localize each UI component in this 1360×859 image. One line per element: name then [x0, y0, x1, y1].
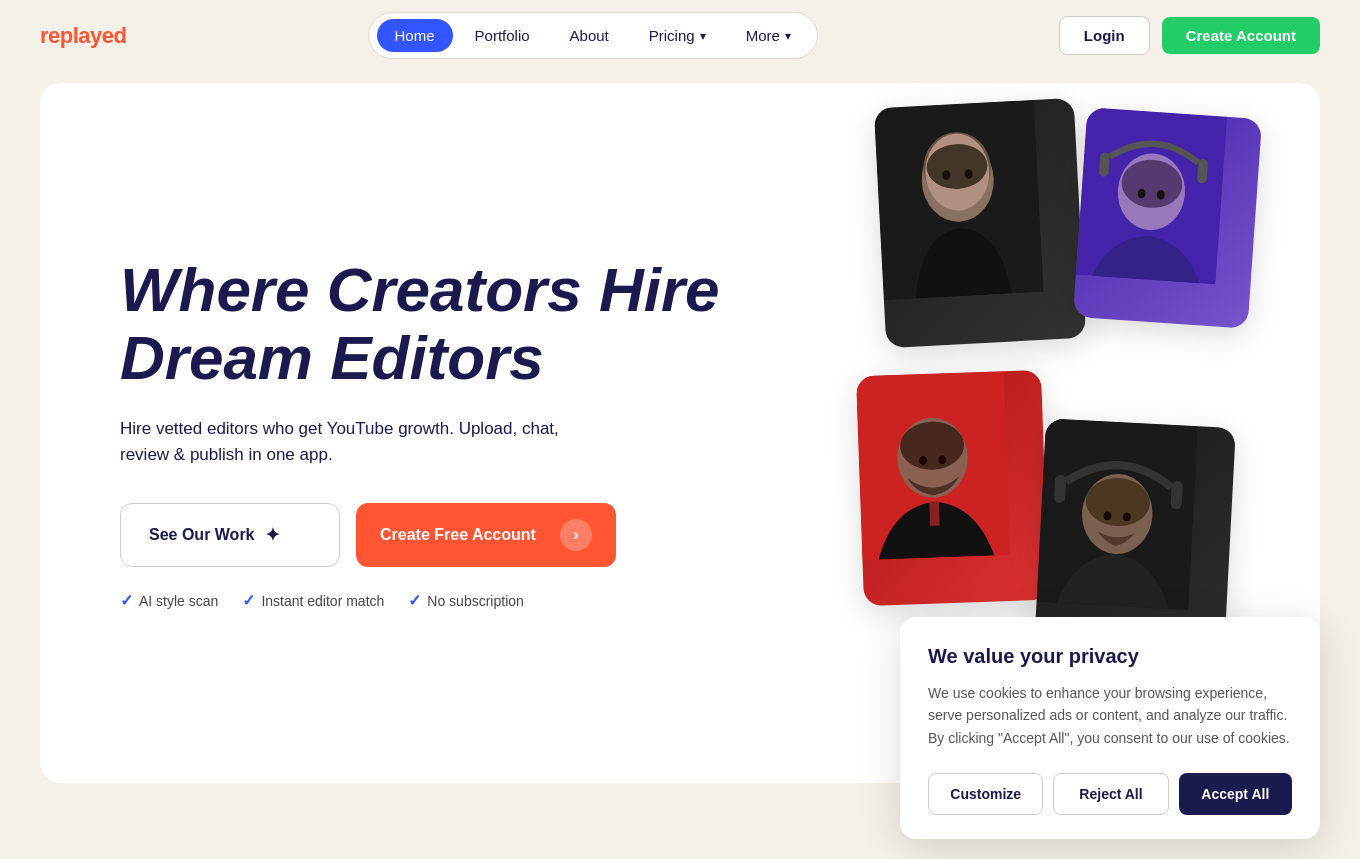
accept-all-button[interactable]: Accept All [1179, 773, 1292, 815]
nav-pricing[interactable]: Pricing ▾ [631, 19, 724, 52]
nav-right: Login Create Account [1059, 16, 1320, 55]
hero-buttons: See Our Work ✦ Create Free Account › [120, 503, 780, 567]
cookie-buttons: Customize Reject All Accept All [928, 773, 1292, 815]
hero-left: Where Creators Hire Dream Editors Hire v… [40, 196, 840, 670]
navbar: replayed Home Portfolio About Pricing ▾ … [0, 0, 1360, 71]
editor-card-3 [856, 370, 1049, 606]
feature-ai-scan: ✓ AI style scan [120, 591, 218, 610]
editor-card-1 [874, 98, 1086, 348]
logo[interactable]: replayed [40, 23, 127, 49]
arrow-right-icon: › [560, 519, 592, 551]
feature-no-subscription: ✓ No subscription [408, 591, 524, 610]
reject-all-button[interactable]: Reject All [1053, 773, 1168, 815]
hero-title: Where Creators Hire Dream Editors [120, 256, 780, 392]
nav-more[interactable]: More ▾ [728, 19, 809, 52]
editor-portrait-3 [856, 371, 1010, 560]
create-free-account-button[interactable]: Create Free Account › [356, 503, 616, 567]
hero-subtitle: Hire vetted editors who get YouTube grow… [120, 416, 600, 467]
svg-rect-8 [1099, 152, 1110, 177]
checkmark-icon: ✓ [408, 591, 421, 610]
chevron-down-icon: ▾ [700, 29, 706, 43]
checkmark-icon: ✓ [120, 591, 133, 610]
feature-editor-match: ✓ Instant editor match [242, 591, 384, 610]
editor-card-2 [1073, 107, 1262, 329]
nav-links: Home Portfolio About Pricing ▾ More ▾ [368, 12, 818, 59]
chevron-down-icon: ▾ [785, 29, 791, 43]
login-button[interactable]: Login [1059, 16, 1150, 55]
nav-home[interactable]: Home [377, 19, 453, 52]
svg-rect-9 [1197, 159, 1208, 184]
brand-name: replayed [40, 23, 127, 48]
customize-button[interactable]: Customize [928, 773, 1043, 815]
editor-portrait-2 [1076, 107, 1227, 284]
editor-portrait-4 [1037, 418, 1198, 610]
features-list: ✓ AI style scan ✓ Instant editor match ✓… [120, 591, 780, 610]
nav-portfolio[interactable]: Portfolio [457, 19, 548, 52]
editor-portrait-1 [874, 100, 1044, 300]
see-our-work-button[interactable]: See Our Work ✦ [120, 503, 340, 567]
cookie-banner: We value your privacy We use cookies to … [900, 617, 1320, 839]
sparkle-icon: ✦ [265, 524, 280, 546]
cookie-title: We value your privacy [928, 645, 1292, 668]
create-account-button[interactable]: Create Account [1162, 17, 1320, 54]
svg-rect-19 [929, 501, 939, 525]
cookie-text: We use cookies to enhance your browsing … [928, 682, 1292, 749]
checkmark-icon: ✓ [242, 591, 255, 610]
nav-about[interactable]: About [552, 19, 627, 52]
